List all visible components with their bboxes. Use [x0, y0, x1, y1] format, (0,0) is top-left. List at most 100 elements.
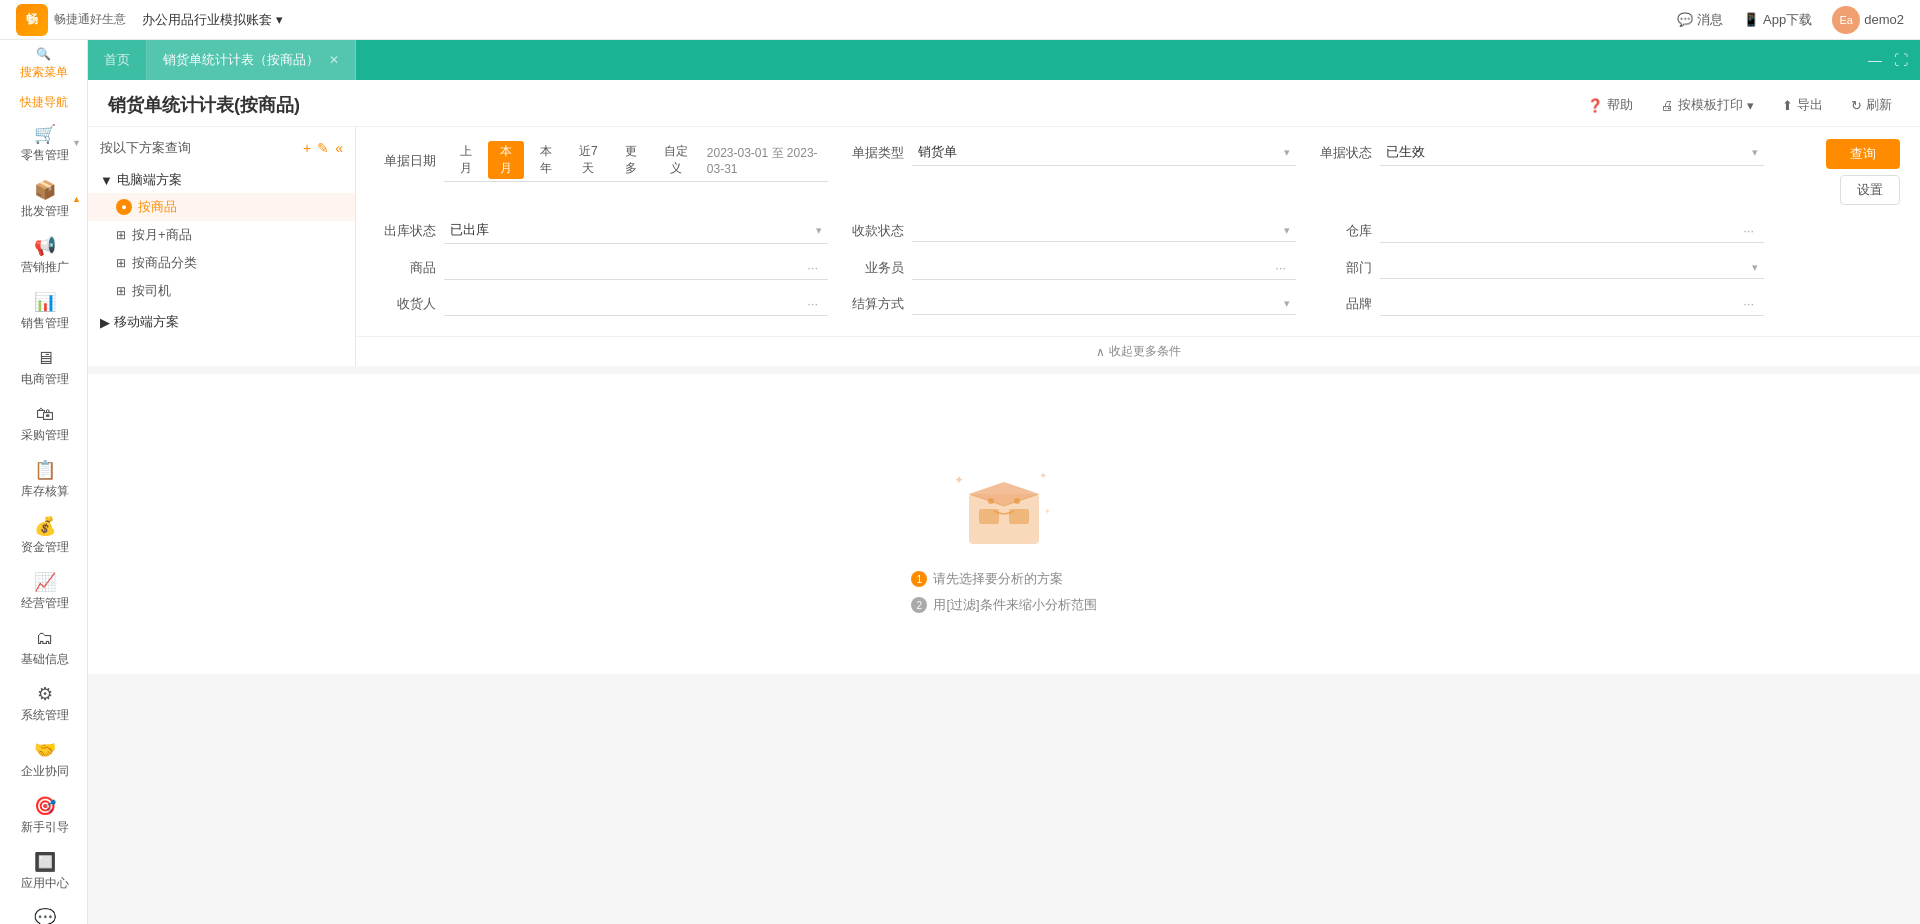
scheme-item-by-month-goods[interactable]: ⊞ 按月+商品 — [88, 221, 355, 249]
dept-select[interactable]: ▾ — [1380, 257, 1764, 279]
base-label: 基础信息 — [21, 652, 69, 666]
salesperson-more-icon[interactable]: ··· — [1271, 260, 1290, 275]
tab-close-icon[interactable]: ✕ — [329, 53, 339, 67]
sidebar-item-apps[interactable]: 🔲 应用中心 — [0, 843, 87, 899]
date-btn-this-year[interactable]: 本年 — [528, 141, 564, 179]
scheme-add-icon[interactable]: + — [303, 140, 311, 156]
help-button[interactable]: ❓ 帮助 — [1579, 92, 1641, 118]
tip-num-2: 2 — [911, 597, 927, 613]
guide-label: 新手引导 — [21, 820, 69, 834]
tip-text-1: 请先选择要分析的方案 — [933, 570, 1063, 588]
inventory-label: 库存核算 — [21, 484, 69, 498]
recipient-input-wrap[interactable]: ··· — [444, 292, 828, 316]
filter-settlement-field: 结算方式 ▾ — [844, 293, 1296, 315]
message-action[interactable]: 💬 消息 — [1677, 11, 1723, 29]
scheme-item-by-driver[interactable]: ⊞ 按司机 — [88, 277, 355, 305]
marketing-icon: 📢 — [34, 235, 56, 257]
report-tab-label: 销货单统计计表（按商品） — [163, 51, 319, 69]
date-btn-last-month[interactable]: 上月 — [448, 141, 484, 179]
dept-dropdown-icon: ▾ — [1752, 261, 1758, 274]
type-select[interactable]: 销货单 ▾ — [912, 139, 1296, 166]
sidebar-item-guide[interactable]: 🎯 新手引导 — [0, 787, 87, 843]
recipient-more-icon[interactable]: ··· — [803, 296, 822, 311]
tab-minimize-icon[interactable]: — — [1868, 52, 1882, 68]
scheme-group-mobile-header[interactable]: ▶ 移动端方案 — [88, 309, 355, 335]
sidebar-item-system[interactable]: ⚙ 系统管理 — [0, 675, 87, 731]
export-button[interactable]: ⬆ 导出 — [1774, 92, 1831, 118]
print-button[interactable]: 🖨 按模板打印 ▾ — [1653, 92, 1762, 118]
logo-icon: 畅 — [16, 4, 48, 36]
collapse-filters-button[interactable]: ∧ 收起更多条件 — [356, 336, 1920, 366]
refresh-button[interactable]: ↻ 刷新 — [1843, 92, 1900, 118]
apps-icon: 🔲 — [34, 851, 56, 873]
warehouse-more-icon[interactable]: ··· — [1739, 223, 1758, 238]
filter-salesperson-field: 业务员 ··· — [844, 256, 1296, 280]
pc-group-label: 电脑端方案 — [117, 171, 182, 189]
sidebar-item-ecommerce[interactable]: 🖥 电商管理 — [0, 339, 87, 395]
sidebar-item-operation[interactable]: 📈 经营管理 — [0, 563, 87, 619]
sidebar-item-wxwork[interactable]: 💬 企业微信 — [0, 899, 87, 924]
settlement-select[interactable]: ▾ — [912, 293, 1296, 315]
settlement-label: 结算方式 — [844, 295, 904, 313]
status-select[interactable]: 已生效 ▾ — [1380, 139, 1764, 166]
filter-area: 按以下方案查询 + ✎ « ▼ — [88, 127, 1920, 366]
marketing-label: 营销推广 — [21, 260, 69, 274]
mobile-group-label: 移动端方案 — [114, 313, 179, 331]
download-action[interactable]: 📱 App下载 — [1743, 11, 1812, 29]
sidebar-item-purchase[interactable]: 🛍 采购管理 — [0, 395, 87, 451]
warehouse-input-wrap[interactable]: ··· — [1380, 219, 1764, 243]
sidebar-item-base[interactable]: 🗂 基础信息 — [0, 619, 87, 675]
tab-report[interactable]: 销货单统计计表（按商品） ✕ — [147, 40, 356, 80]
username: demo2 — [1864, 12, 1904, 27]
filter-type-field: 单据类型 销货单 ▾ — [844, 139, 1296, 166]
sidebar-item-sales[interactable]: 📊 销售管理 — [0, 283, 87, 339]
scheme-panel-title: 按以下方案查询 — [100, 139, 191, 157]
empty-svg: ✦ ✦ ✦ — [944, 454, 1064, 554]
query-button[interactable]: 查询 — [1826, 139, 1900, 169]
operation-icon: 📈 — [34, 571, 56, 593]
sidebar-item-inventory[interactable]: 📋 库存核算 — [0, 451, 87, 507]
scheme-item-by-category[interactable]: ⊞ 按商品分类 — [88, 249, 355, 277]
scheme-group-pc-header[interactable]: ▼ 电脑端方案 — [88, 167, 355, 193]
sidebar-item-retail[interactable]: 🛒 零售管理 ▼ — [0, 115, 87, 171]
date-btn-this-month[interactable]: 本月 — [488, 141, 524, 179]
settings-button[interactable]: 设置 — [1840, 175, 1900, 205]
empty-tip-1: 1 请先选择要分析的方案 — [911, 570, 1096, 588]
scheme-item-label: 按商品 — [138, 198, 177, 216]
goods-input-wrap[interactable]: ··· — [444, 256, 828, 280]
date-btn-7days[interactable]: 近7天 — [568, 141, 609, 179]
salesperson-input-wrap[interactable]: ··· — [912, 256, 1296, 280]
payment-select[interactable]: ▾ — [912, 220, 1296, 242]
filter-row-2: 出库状态 已出库 ▾ 收款状态 — [376, 217, 1900, 244]
outstatus-value: 已出库 — [450, 221, 812, 239]
brand-input-wrap[interactable]: ··· — [1380, 292, 1764, 316]
collapse-arrow-icon: ∧ — [1096, 345, 1105, 359]
goods-more-icon[interactable]: ··· — [803, 260, 822, 275]
workspace-selector[interactable]: 办公用品行业模拟账套 ▾ — [134, 7, 291, 33]
payment-dropdown-icon: ▾ — [1284, 224, 1290, 237]
date-btn-custom[interactable]: 自定义 — [653, 141, 699, 179]
brand-more-icon[interactable]: ··· — [1739, 296, 1758, 311]
date-label: 单据日期 — [376, 152, 436, 170]
status-value: 已生效 — [1386, 143, 1748, 161]
user-menu[interactable]: Ea demo2 — [1832, 6, 1904, 34]
filter-status-field: 单据状态 已生效 ▾ — [1312, 139, 1764, 166]
sidebar-item-wholesale[interactable]: 📦 批发管理 ▲ — [0, 171, 87, 227]
scheme-item-by-goods[interactable]: ● 按商品 — [88, 193, 355, 221]
sidebar-search[interactable]: 🔍 搜索菜单 — [0, 40, 87, 88]
workspace-label: 办公用品行业模拟账套 — [142, 11, 272, 29]
apps-label: 应用中心 — [21, 876, 69, 890]
scheme-collapse-icon[interactable]: « — [335, 140, 343, 156]
date-btn-more[interactable]: 更多 — [613, 141, 649, 179]
sidebar-item-finance[interactable]: 💰 资金管理 — [0, 507, 87, 563]
scheme-item-label: 按商品分类 — [132, 254, 197, 272]
sidebar-item-marketing[interactable]: 📢 营销推广 — [0, 227, 87, 283]
tab-expand-icon[interactable]: ⛶ — [1894, 52, 1908, 68]
system-label: 系统管理 — [21, 708, 69, 722]
tab-home[interactable]: 首页 — [88, 40, 147, 80]
sidebar-item-collab[interactable]: 🤝 企业协同 — [0, 731, 87, 787]
outstatus-select[interactable]: 已出库 ▾ — [444, 217, 828, 244]
payment-label: 收款状态 — [844, 222, 904, 240]
ecommerce-icon: 🖥 — [36, 348, 54, 369]
scheme-edit-icon[interactable]: ✎ — [317, 140, 329, 156]
